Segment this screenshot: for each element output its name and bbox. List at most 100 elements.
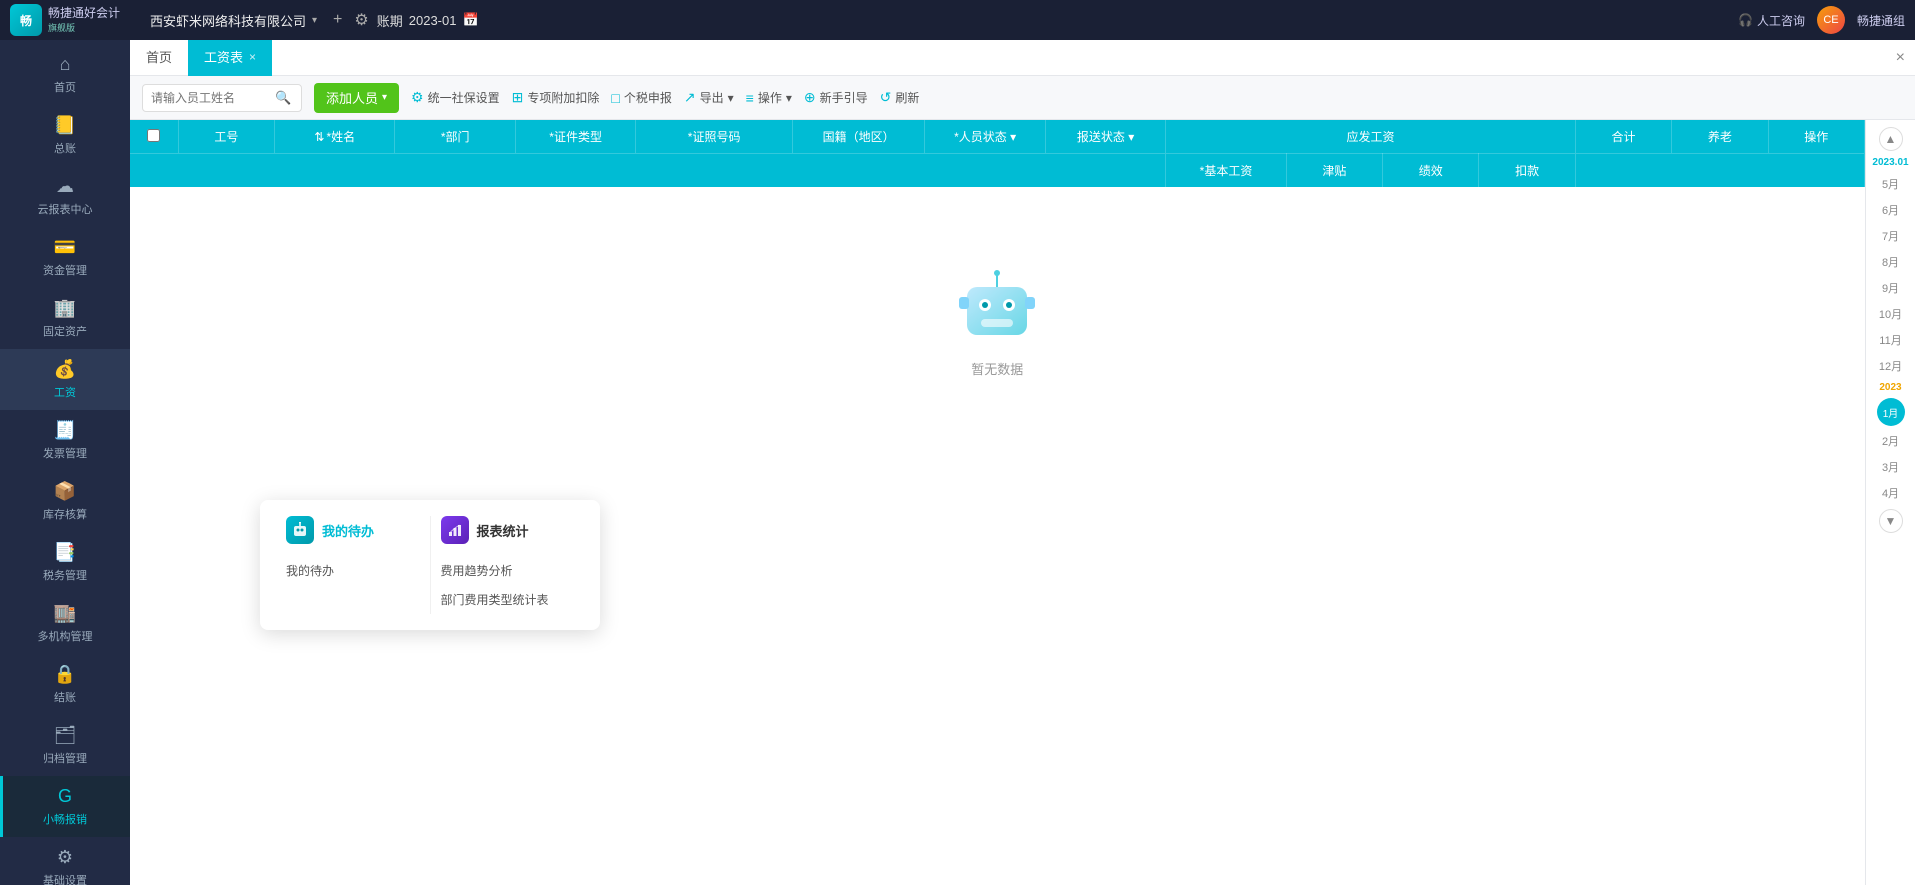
sidebar-item-xiaochang[interactable]: G 小畅报销 [0,776,130,837]
sidebar-item-close[interactable]: 🔒 结账 [0,654,130,715]
sidebar-label-ledger: 总账 [54,140,76,156]
period-value: 2023-01 [409,13,457,28]
settings-btn[interactable]: ⚙ [354,10,368,30]
timeline-1yue-active[interactable]: 1月 [1877,398,1905,426]
header-dept: *部门 [395,120,515,154]
timeline-4yue[interactable]: 4月 [1866,480,1915,506]
basic-icon: ⚙ [57,847,73,868]
filter-person-icon[interactable]: ▾ [1010,130,1016,144]
header-pension: 养老 [1672,120,1768,154]
headset-icon: 🎧 [1738,13,1753,27]
sub-spacer2 [1575,154,1864,188]
sort-name-icon[interactable]: ⇅ [314,130,324,144]
multiorg-icon: 🏬 [54,603,76,624]
sidebar-item-assets[interactable]: 🏢 固定资产 [0,288,130,349]
sidebar-label-salary: 工资 [54,384,76,400]
content-wrapper: 首页 工资表 × × 🔍 添加人员 ▾ ⚙ 统一社保设置 ⊞ [130,40,1915,885]
header-personstatus[interactable]: *人员状态 ▾ [925,120,1045,154]
toolbar-special-deduct[interactable]: ⊞ 专项附加扣除 [512,89,600,106]
popup-dept-cost-item[interactable]: 部门费用类型统计表 [441,585,575,614]
timeline-7yue[interactable]: 7月 [1866,223,1915,249]
select-all-checkbox[interactable] [147,129,160,142]
tab-salary[interactable]: 工资表 × [188,40,272,76]
header-checkbox[interactable] [130,120,178,154]
sidebar-item-invoice[interactable]: 🧾 发票管理 [0,410,130,471]
sidebar-label-invoice: 发票管理 [43,445,87,461]
top-actions: + ⚙ [333,10,369,30]
period-area[interactable]: 账期 2023-01 📅 [377,11,479,30]
search-input[interactable] [151,91,271,105]
popup-col-reports: 报表统计 费用趋势分析 部门费用类型统计表 [431,516,585,614]
sidebar-label-tax: 税务管理 [43,567,87,583]
popup-cost-trend-item[interactable]: 费用趋势分析 [441,556,575,585]
toolbar-refresh[interactable]: ↺ 刷新 [880,89,920,106]
home-icon: ⌂ [60,54,71,75]
popup-col1-icon [286,516,314,544]
sidebar-item-basic[interactable]: ⚙ 基础设置 [0,837,130,885]
timeline-11yue[interactable]: 11月 [1866,327,1915,353]
add-btn[interactable]: + [333,11,342,29]
timeline-up-btn[interactable]: ▲ [1879,127,1903,151]
consultant-btn[interactable]: 🎧 人工咨询 [1738,12,1805,29]
toolbar-guide[interactable]: ⊕ 新手引导 [804,89,868,106]
tab-home[interactable]: 首页 [130,40,188,76]
search-box[interactable]: 🔍 [142,84,302,112]
sidebar-item-tax[interactable]: 📑 税务管理 [0,532,130,593]
popup-col1-title: 我的待办 [322,521,374,540]
salary-icon: 💰 [54,359,76,380]
sub-header-performance: 绩效 [1383,154,1479,188]
sub-header-base: *基本工资 [1166,154,1286,188]
toolbar-export[interactable]: ↗ 导出 ▾ [684,89,734,106]
sidebar-item-multiorg[interactable]: 🏬 多机构管理 [0,593,130,654]
timeline-year2023: 2023 [1879,379,1901,396]
toolbar-social-security[interactable]: ⚙ 统一社保设置 [411,89,500,106]
timeline-5yue[interactable]: 5月 [1866,171,1915,197]
close-panel-btn[interactable]: × [1896,49,1905,67]
timeline-3yue[interactable]: 3月 [1866,454,1915,480]
popup-col1-header: 我的待办 [286,516,420,544]
sidebar-item-home[interactable]: ⌂ 首页 [0,44,130,105]
period-label: 账期 [377,11,403,30]
sidebar-item-ledger[interactable]: 📒 总账 [0,105,130,166]
toolbar-operations[interactable]: ≡ 操作 ▾ [746,89,792,106]
timeline-2yue[interactable]: 2月 [1866,428,1915,454]
timeline-8yue[interactable]: 8月 [1866,249,1915,275]
popup-mywork-item[interactable]: 我的待办 [286,556,420,585]
guide-label: 新手引导 [820,89,868,106]
sidebar-item-archive[interactable]: 🗂 归档管理 [0,715,130,776]
sub-header-subsidy: 津贴 [1286,154,1382,188]
header-num: 工号 [178,120,274,154]
social-security-icon: ⚙ [411,89,424,106]
export-arrow: ▾ [728,91,734,105]
table-right-wrapper: 工号 ⇅ *姓名 *部门 *证件类型 *证照号码 国籍（地区） *人员状态 ▾ [130,120,1915,885]
sidebar-item-funds[interactable]: 💳 资金管理 [0,227,130,288]
sidebar-item-salary[interactable]: 💰 工资 [0,349,130,410]
sidebar-item-reports[interactable]: ☁ 云报表中心 [0,166,130,227]
user-name: 畅捷通组 [1857,12,1905,29]
timeline-10yue[interactable]: 10月 [1866,301,1915,327]
toolbar-tax-report[interactable]: □ 个税申报 [611,89,671,106]
timeline-12yue[interactable]: 12月 [1866,353,1915,379]
company-selector[interactable]: 西安虾米网络科技有限公司 ▾ [150,11,317,30]
add-person-button[interactable]: 添加人员 ▾ [314,83,399,113]
sidebar-item-inventory[interactable]: 📦 库存核算 [0,471,130,532]
company-dropdown-icon: ▾ [312,15,317,26]
tab-close-icon[interactable]: × [249,50,256,64]
empty-state-row: 暂无数据 [130,187,1865,458]
timeline-9yue[interactable]: 9月 [1866,275,1915,301]
timeline-6yue[interactable]: 6月 [1866,197,1915,223]
sidebar: ⌂ 首页 📒 总账 ☁ 云报表中心 💳 资金管理 🏢 固定资产 💰 工资 🧾 发… [0,40,130,885]
consultant-label: 人工咨询 [1757,12,1805,29]
header-sendstatus[interactable]: 报送状态 ▾ [1045,120,1165,154]
add-person-label: 添加人员 [326,88,378,107]
header-total: 合计 [1575,120,1671,154]
close-accounts-icon: 🔒 [54,664,76,685]
sidebar-label-basic: 基础设置 [43,872,87,885]
filter-send-icon[interactable]: ▾ [1128,130,1134,144]
calendar-icon: 📅 [462,12,478,28]
operations-label: 操作 [758,89,782,106]
special-deduct-label: 专项附加扣除 [527,89,599,106]
sidebar-label-assets: 固定资产 [43,323,87,339]
timeline-down-btn[interactable]: ▼ [1879,509,1903,533]
header-salary-group: 应发工资 [1166,120,1576,154]
